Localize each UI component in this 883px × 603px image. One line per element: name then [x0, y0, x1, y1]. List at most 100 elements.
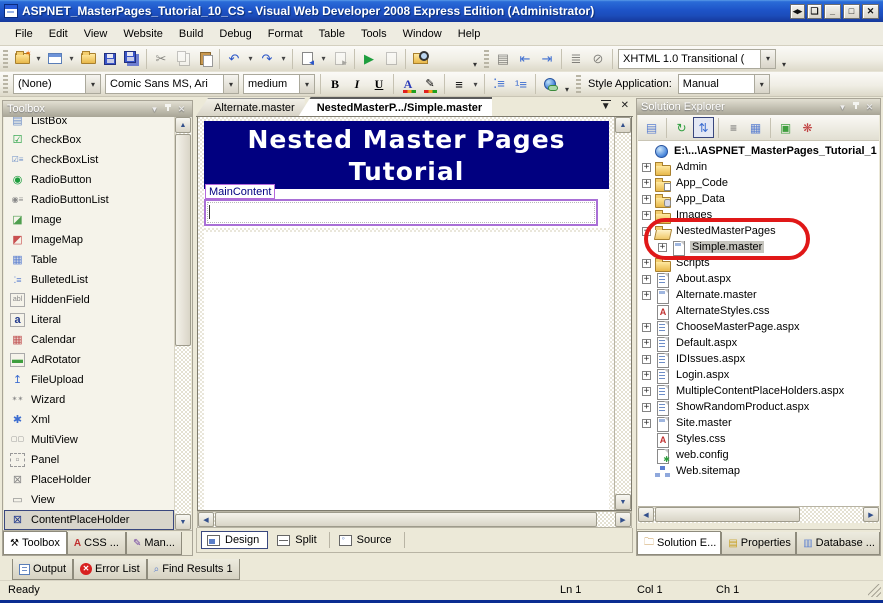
tab-simple-master[interactable]: NestedMasterP.../Simple.master: [299, 97, 492, 116]
expander-icon[interactable]: +: [642, 355, 651, 364]
toolbox-item-image[interactable]: ◪Image: [4, 210, 174, 230]
contentplaceholder-tag-label[interactable]: MainContent: [205, 184, 275, 199]
scroll-up-icon[interactable]: ▲: [615, 117, 631, 133]
tree-item-default-aspx[interactable]: +Default.aspx: [638, 335, 879, 351]
view-designer-button[interactable]: ▦: [745, 117, 766, 138]
toolbox-item-calendar[interactable]: ▦Calendar: [4, 330, 174, 350]
tree-item-about-aspx[interactable]: +About.aspx: [638, 271, 879, 287]
minimize-button[interactable]: _: [824, 4, 841, 19]
toolbox-header[interactable]: Toolbox ▾ ✕: [3, 101, 192, 117]
toolbox-item-checkboxlist[interactable]: ☑≡CheckBoxList: [4, 150, 174, 170]
scroll-left-icon[interactable]: ◀: [198, 512, 214, 527]
redo-button[interactable]: ↷: [256, 48, 278, 70]
target-schema-select[interactable]: XHTML 1.0 Transitional ( ▾: [618, 49, 776, 69]
tree-item-app-code[interactable]: +App_Code: [638, 175, 879, 191]
toolbar-grip[interactable]: [484, 50, 489, 68]
font-size-select[interactable]: medium ▾: [243, 74, 315, 94]
toolbox-scrollbar[interactable]: ▲ ▼: [174, 117, 191, 530]
toolbox-item-multiview[interactable]: ▢▢MultiView: [4, 430, 174, 450]
refresh-button[interactable]: ↻: [671, 117, 692, 138]
menu-build[interactable]: Build: [172, 25, 210, 43]
menu-website[interactable]: Website: [116, 25, 170, 43]
add-new-item-button[interactable]: [44, 48, 66, 70]
scrollbar-thumb[interactable]: [655, 507, 800, 522]
expander-icon[interactable]: +: [642, 179, 651, 188]
properties-button[interactable]: ▤: [641, 117, 662, 138]
copy-web-site-button[interactable]: ▣: [775, 117, 796, 138]
scroll-left-icon[interactable]: ◀: [638, 507, 654, 522]
tree-item-app-data[interactable]: +App_Data: [638, 191, 879, 207]
underline-button[interactable]: U: [368, 73, 390, 95]
tree-item-web-config[interactable]: ✱web.config: [638, 447, 879, 463]
toolbox-item-imagemap[interactable]: ◩ImageMap: [4, 230, 174, 250]
toolbar-overflow[interactable]: ▾: [469, 60, 481, 71]
toolbox-item-wizard[interactable]: ✶✶Wizard: [4, 390, 174, 410]
pin-icon[interactable]: [164, 104, 172, 114]
tree-item-alternate-master[interactable]: +Alternate.master: [638, 287, 879, 303]
expander-icon[interactable]: +: [642, 275, 651, 284]
editor-vertical-scrollbar[interactable]: ▲ ▼: [614, 117, 631, 510]
css-style-select[interactable]: (None) ▾: [13, 74, 101, 94]
toolbox-item-panel[interactable]: ▫Panel: [4, 450, 174, 470]
paste-button[interactable]: [194, 48, 216, 70]
toolbox-item-placeholder[interactable]: ⊠PlaceHolder: [4, 470, 174, 490]
tree-item-styles-css[interactable]: Styles.css: [638, 431, 879, 447]
navigate-backward-button[interactable]: [296, 48, 318, 70]
menu-debug[interactable]: Debug: [212, 25, 258, 43]
scroll-right-icon[interactable]: ▶: [863, 507, 879, 522]
navigate-forward-button[interactable]: [329, 48, 351, 70]
new-web-site-button[interactable]: [11, 48, 33, 70]
block-format-button[interactable]: ▤: [492, 48, 514, 70]
tab-output[interactable]: Output: [12, 559, 73, 580]
tab-database-explorer[interactable]: ▥Database ...: [796, 532, 880, 555]
tab-properties[interactable]: ▤Properties: [721, 532, 796, 555]
toolbar-grip[interactable]: [3, 75, 8, 93]
tree-item-site-master[interactable]: +Site.master: [638, 415, 879, 431]
toolbox-item-radiobutton[interactable]: ◉RadioButton: [4, 170, 174, 190]
window-popout-button[interactable]: ❏: [807, 4, 822, 19]
toolbox-item-view[interactable]: ▭View: [4, 490, 174, 510]
remove-formatting-button[interactable]: ⊘: [587, 48, 609, 70]
design-canvas[interactable]: Nested Master Pages Tutorial (Simple) Ma…: [197, 117, 632, 511]
menu-tools[interactable]: Tools: [354, 25, 394, 43]
toolbar-grip[interactable]: [3, 50, 8, 68]
toolbox-item-checkbox[interactable]: ☑CheckBox: [4, 130, 174, 150]
tab-css-properties[interactable]: ACSS ...: [67, 532, 126, 555]
tree-item-web-sitemap[interactable]: Web.sitemap: [638, 463, 879, 479]
tab-alternate-master[interactable]: Alternate.master: [196, 98, 305, 116]
save-button[interactable]: [99, 48, 121, 70]
expander-icon[interactable]: +: [642, 419, 651, 428]
design-view-button[interactable]: Design: [201, 531, 268, 549]
toolbox-item-hiddenfield[interactable]: ablHiddenField: [4, 290, 174, 310]
tree-item-idissues-aspx[interactable]: +IDIssues.aspx: [638, 351, 879, 367]
start-debugging-button[interactable]: ▶: [358, 48, 380, 70]
style-application-select[interactable]: Manual ▾: [678, 74, 770, 94]
menu-file[interactable]: File: [8, 25, 40, 43]
expander-icon[interactable]: +: [642, 211, 651, 220]
save-all-button[interactable]: [121, 48, 143, 70]
toolbox-item-fileupload[interactable]: ↥FileUpload: [4, 370, 174, 390]
toolbox-item-xml[interactable]: ✱Xml: [4, 410, 174, 430]
editor-horizontal-scrollbar[interactable]: ◀ ▶: [197, 511, 632, 528]
solution-explorer-header[interactable]: Solution Explorer ▾ ✕: [637, 99, 880, 115]
panel-menu-icon[interactable]: ▾: [148, 104, 161, 115]
maximize-button[interactable]: □: [843, 4, 860, 19]
contentplaceholder-region[interactable]: [204, 199, 598, 226]
add-new-item-dropdown[interactable]: ▾: [66, 48, 77, 70]
tab-solution-explorer[interactable]: 🗀Solution E...: [637, 531, 721, 555]
window-context-button[interactable]: ◂▸: [790, 4, 805, 19]
highlight-color-button[interactable]: ✎: [419, 73, 441, 95]
expander-icon[interactable]: +: [642, 403, 651, 412]
nest-related-files-button[interactable]: ⇅: [693, 117, 714, 138]
tab-error-list[interactable]: ✕Error List: [73, 559, 147, 580]
comment-lines-button[interactable]: ≣: [565, 48, 587, 70]
view-in-browser-button[interactable]: [380, 48, 402, 70]
find-in-files-button[interactable]: [409, 48, 431, 70]
toolbox-item-radiobuttonlist[interactable]: ◉≡RadioButtonList: [4, 190, 174, 210]
tree-item-admin[interactable]: +Admin: [638, 159, 879, 175]
title-bar[interactable]: ASPNET_MasterPages_Tutorial_10_CS - Visu…: [0, 0, 883, 22]
scroll-right-icon[interactable]: ▶: [615, 512, 631, 527]
menu-format[interactable]: Format: [261, 25, 310, 43]
scrollbar-thumb[interactable]: [215, 512, 597, 527]
font-name-select[interactable]: Comic Sans MS, Ari ▾: [105, 74, 239, 94]
